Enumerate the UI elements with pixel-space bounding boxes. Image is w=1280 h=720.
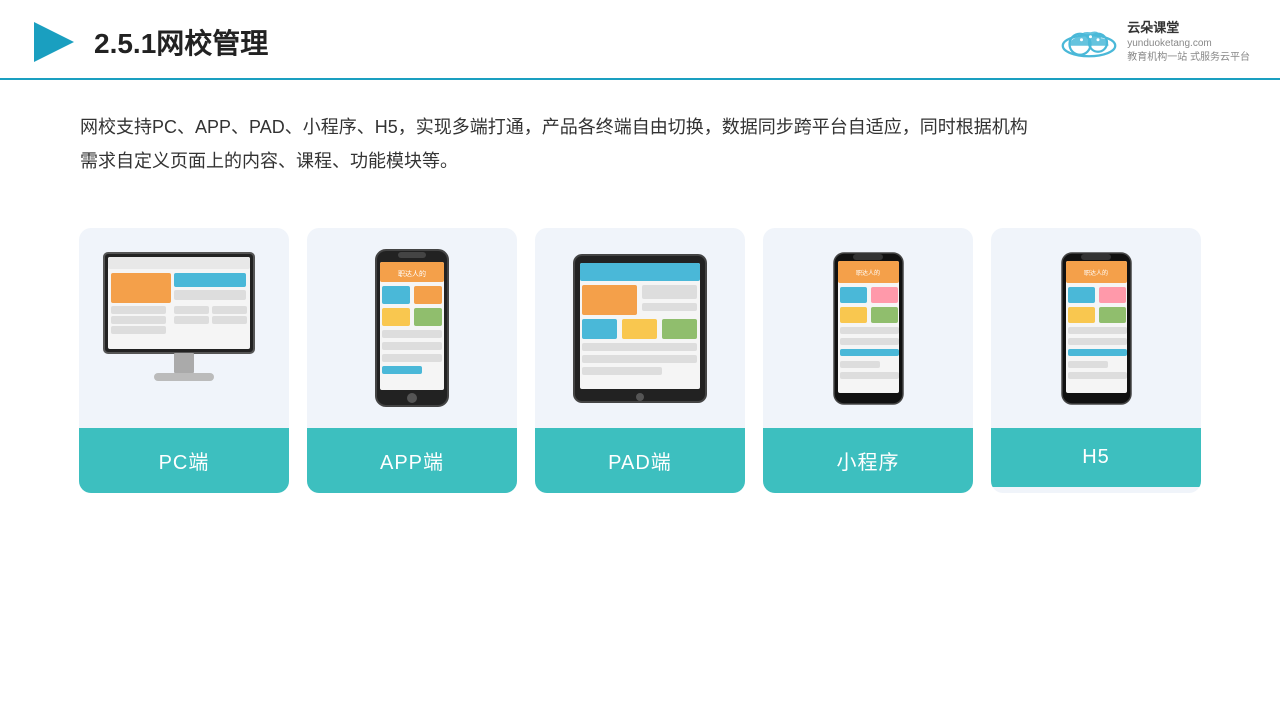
h5-phone-icon: 职达人的: [1059, 251, 1134, 406]
card-mini: 职达人的 小程序: [763, 228, 973, 493]
brand-url: yunduoketang.com: [1127, 37, 1250, 51]
mini-image-area: 职达人的: [763, 228, 973, 428]
card-pad: PAD端: [535, 228, 745, 493]
play-icon: [30, 18, 78, 66]
description-text: 网校支持PC、APP、PAD、小程序、H5，实现多端打通，产品各终端自由切换，数…: [0, 80, 1280, 188]
pad-label: PAD端: [535, 428, 745, 493]
logo-area: 云朵课堂 yunduoketang.com 教育机构一站 式服务云平台: [1059, 19, 1250, 65]
pc-label: PC端: [79, 428, 289, 493]
app-phone-icon: 职达人的: [372, 248, 452, 408]
card-h5: 职达人的 H5: [991, 228, 1201, 493]
h5-label: H5: [991, 428, 1201, 487]
h5-image-area: 职达人的: [991, 228, 1201, 428]
app-image-area: 职达人的: [307, 228, 517, 428]
pc-image-area: [79, 228, 289, 428]
brand-tagline: 教育机构一站 式服务云平台: [1127, 51, 1250, 65]
cards-container: PC端 职达人的: [0, 198, 1280, 513]
brand-name: 云朵课堂: [1127, 19, 1250, 37]
pc-monitor-icon: [99, 248, 269, 408]
desc-line1: 网校支持PC、APP、PAD、小程序、H5，实现多端打通，产品各终端自由切换，数…: [80, 117, 1028, 137]
pad-tablet-icon: [570, 251, 710, 406]
header-left: 2.5.1网校管理: [30, 18, 268, 66]
app-label: APP端: [307, 428, 517, 493]
svg-text:职达人的: 职达人的: [1083, 269, 1107, 277]
logo-text: 云朵课堂 yunduoketang.com 教育机构一站 式服务云平台: [1127, 19, 1250, 65]
card-pc: PC端: [79, 228, 289, 493]
logo-icon: [1059, 22, 1119, 62]
svg-text:职达人的: 职达人的: [398, 269, 426, 278]
svg-text:职达人的: 职达人的: [855, 269, 879, 277]
mini-phone-icon: 职达人的: [831, 251, 906, 406]
card-app: 职达人的 APP端: [307, 228, 517, 493]
desc-line2: 需求自定义页面上的内容、课程、功能模块等。: [80, 151, 458, 171]
page-header: 2.5.1网校管理 云朵课堂 yunduoketang.com 教育机构一站 式…: [0, 0, 1280, 80]
page-title: 2.5.1网校管理: [94, 22, 268, 62]
mini-label: 小程序: [763, 428, 973, 493]
pad-image-area: [535, 228, 745, 428]
